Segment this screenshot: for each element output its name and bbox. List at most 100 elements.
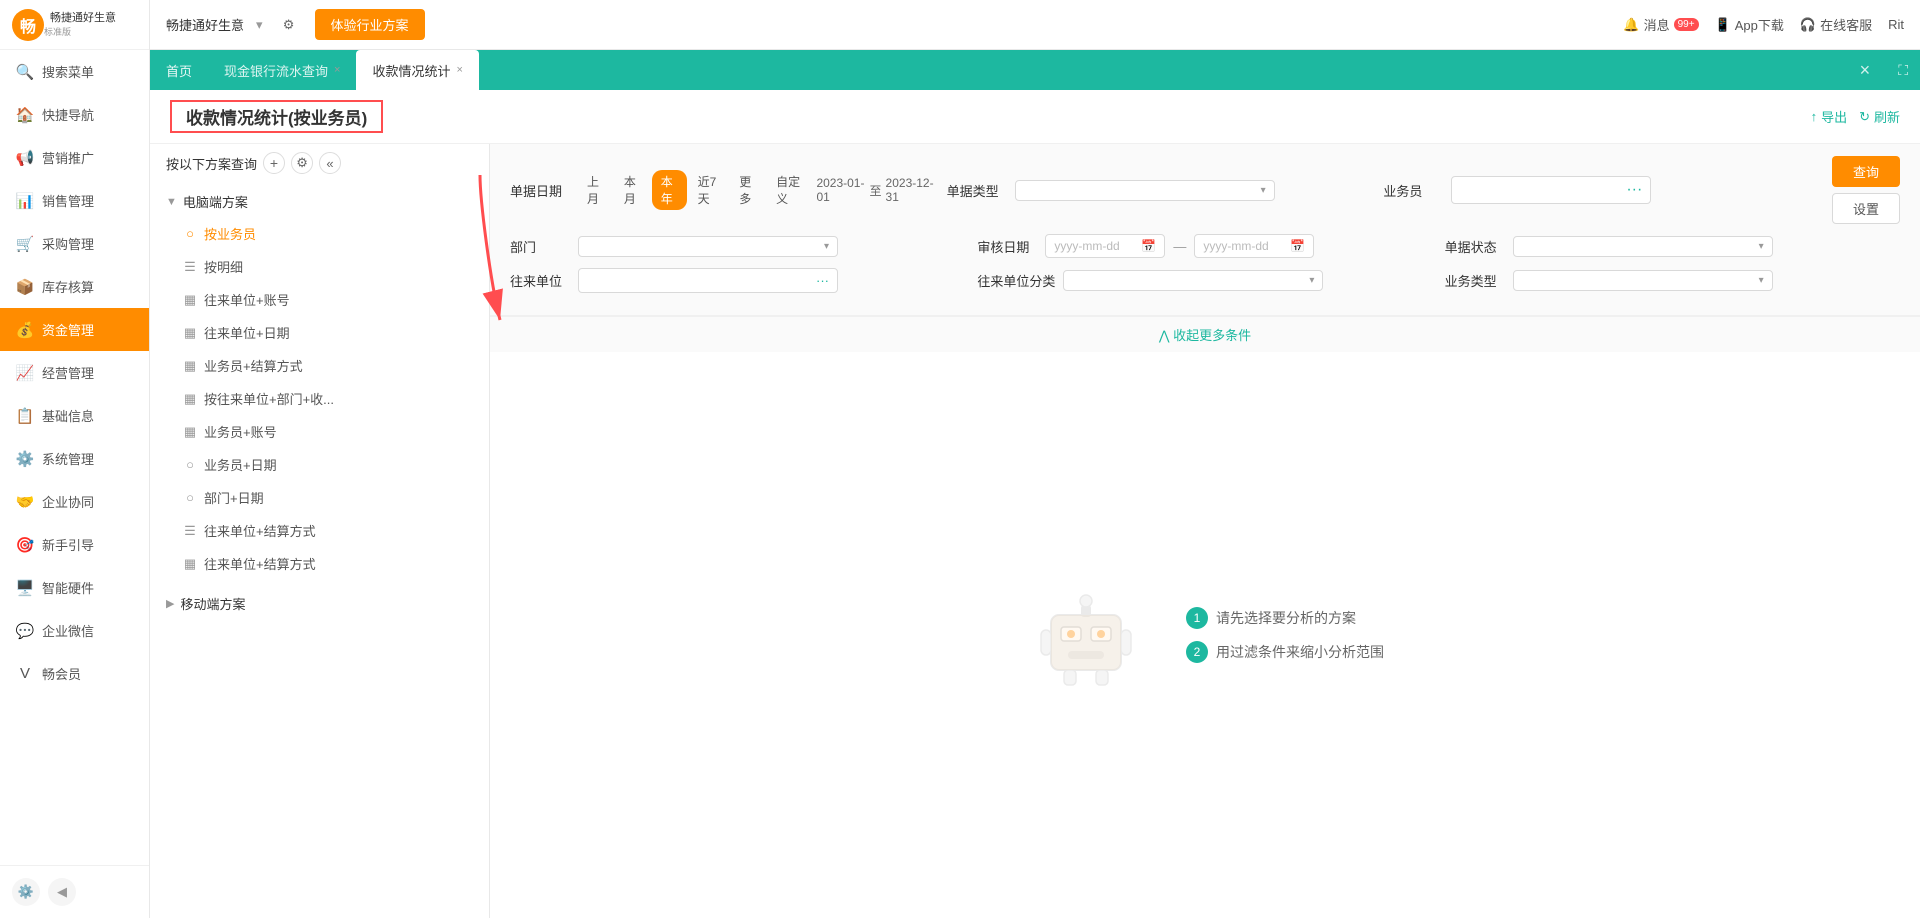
scheme-item-salesman-account[interactable]: ▦ 业务员+账号: [150, 415, 489, 448]
scheme-item-partner-account[interactable]: ▦ 往来单位+账号: [150, 283, 489, 316]
topbar-gear-btn[interactable]: ⚙: [275, 11, 303, 39]
scheme-item-partner-settlement[interactable]: ☰ 往来单位+结算方式: [150, 514, 489, 547]
doc-type-select[interactable]: ▾: [1015, 180, 1275, 201]
topbar: 畅捷通好生意 ▾ ⚙ 体验行业方案 🔔 消息 99+ 📱 App下载 🎧 在线客…: [150, 0, 1920, 50]
scheme-item-partner-settlement2[interactable]: ▦ 往来单位+结算方式: [150, 547, 489, 580]
tabbar-close-btn[interactable]: ×: [1844, 60, 1887, 81]
scheme-item-by-salesman[interactable]: ○ 按业务员: [150, 217, 489, 250]
sidebar-item-system[interactable]: ⚙️ 系统管理: [0, 437, 149, 480]
refresh-btn[interactable]: ↻ 刷新: [1859, 107, 1900, 126]
notification-btn[interactable]: 🔔 消息 99+: [1623, 15, 1698, 34]
review-date-label: 审核日期: [977, 237, 1037, 256]
tab-collection-stat-close[interactable]: ×: [456, 64, 462, 76]
salesman-select[interactable]: ···: [1451, 176, 1651, 204]
sidebar-item-label: 企业微信: [42, 621, 94, 640]
footer-collapse-btn[interactable]: ◀: [48, 878, 76, 906]
scheme-item-partner-date[interactable]: ▦ 往来单位+日期: [150, 316, 489, 349]
review-date-start-input[interactable]: yyyy-mm-dd 📅: [1045, 234, 1165, 258]
collapse-more-bar[interactable]: ⋀ 收起更多条件: [490, 316, 1920, 352]
partner-category-select[interactable]: ▾: [1063, 270, 1323, 291]
sidebar-item-member[interactable]: V 畅会员: [0, 652, 149, 695]
empty-tip-2: 2 用过滤条件来缩小分析范围: [1186, 641, 1384, 663]
date-btn-custom[interactable]: 自定义: [767, 170, 810, 210]
user-avatar[interactable]: Rit: [1888, 17, 1904, 32]
scheme-item-partner-dept[interactable]: ▦ 按往来单位+部门+收...: [150, 382, 489, 415]
partner-more[interactable]: ···: [816, 273, 829, 288]
scheme-item-label: 按明细: [204, 257, 243, 276]
tip-text-1: 请先选择要分析的方案: [1216, 608, 1356, 628]
app-download-label: App下载: [1735, 15, 1784, 34]
bell-icon: 🔔: [1623, 17, 1639, 33]
salesman-more-icon[interactable]: ···: [1626, 181, 1642, 199]
sidebar-item-search[interactable]: 🔍 搜索菜单: [0, 50, 149, 93]
scheme-collapse-btn[interactable]: «: [319, 152, 341, 174]
sidebar-item-label: 搜索菜单: [42, 62, 94, 81]
export-btn[interactable]: ↑ 导出: [1811, 107, 1848, 126]
tab-bank-flow[interactable]: 现金银行流水查询 ×: [208, 50, 356, 90]
dept-label: 部门: [510, 237, 570, 256]
breadcrumb-arrow: ▾: [256, 17, 263, 33]
tab-bank-flow-close[interactable]: ×: [334, 64, 340, 76]
scheme-item-salesman-date[interactable]: ○ 业务员+日期: [150, 448, 489, 481]
sidebar-item-business[interactable]: 📈 经营管理: [0, 351, 149, 394]
date-btn-this-year[interactable]: 本年: [652, 170, 687, 210]
scheme-add-btn[interactable]: +: [263, 152, 285, 174]
sidebar-item-wechat[interactable]: 💬 企业微信: [0, 609, 149, 652]
date-btn-last-month[interactable]: 上月: [578, 170, 613, 210]
date-range-start: 2023-01-01: [816, 176, 865, 204]
sidebar-item-hardware[interactable]: 🖥️ 智能硬件: [0, 566, 149, 609]
sidebar-item-quick-nav[interactable]: 🏠 快捷导航: [0, 93, 149, 136]
scheme-item-icon: ▦: [182, 556, 198, 572]
notification-badge: 99+: [1674, 18, 1699, 31]
online-service-btn[interactable]: 🎧 在线客服: [1800, 15, 1872, 34]
tab-home-label: 首页: [166, 61, 192, 80]
group-arrow-icon: ▼: [166, 196, 177, 208]
scheme-item-by-detail[interactable]: ☰ 按明细: [150, 250, 489, 283]
date-btn-this-month[interactable]: 本月: [615, 170, 650, 210]
sidebar-item-sales[interactable]: 📊 销售管理: [0, 179, 149, 222]
online-service-label: 在线客服: [1820, 15, 1872, 34]
empty-tips: 1 请先选择要分析的方案 2 用过滤条件来缩小分析范围: [1186, 607, 1384, 663]
scheme-item-label: 业务员+结算方式: [204, 356, 303, 375]
partner-select[interactable]: ···: [578, 268, 838, 293]
scheme-setting-btn[interactable]: ⚙: [291, 152, 313, 174]
group-label: 电脑端方案: [183, 192, 248, 211]
sidebar-item-label: 畅会员: [42, 664, 81, 683]
scheme-item-icon: ▦: [182, 424, 198, 440]
sidebar-item-finance[interactable]: 💰 资金管理: [0, 308, 149, 351]
sidebar-item-label: 资金管理: [42, 320, 94, 339]
scheme-group-mobile-header[interactable]: ▶ 移动端方案: [150, 588, 489, 619]
query-btn[interactable]: 查询: [1832, 156, 1900, 187]
sidebar-item-basic[interactable]: 📋 基础信息: [0, 394, 149, 437]
scheme-item-icon: ○: [182, 490, 198, 506]
sidebar: 畅 畅捷通好生意 标准版 🔍 搜索菜单 🏠 快捷导航 📢 营销推广 📊 销售管理…: [0, 0, 150, 918]
trial-btn[interactable]: 体验行业方案: [315, 9, 425, 40]
sidebar-item-enterprise[interactable]: 🤝 企业协同: [0, 480, 149, 523]
app-download-btn[interactable]: 📱 App下载: [1715, 15, 1784, 34]
scheme-item-icon: ▦: [182, 292, 198, 308]
tab-home[interactable]: 首页: [150, 50, 208, 90]
review-date-end-input[interactable]: yyyy-mm-dd 📅: [1194, 234, 1314, 258]
sidebar-item-marketing[interactable]: 📢 营销推广: [0, 136, 149, 179]
review-date-end-placeholder: yyyy-mm-dd: [1203, 239, 1268, 253]
scheme-item-salesman-settlement[interactable]: ▦ 业务员+结算方式: [150, 349, 489, 382]
sidebar-item-inventory[interactable]: 📦 库存核算: [0, 265, 149, 308]
dept-select[interactable]: ▾: [578, 236, 838, 257]
tabbar-expand-btn[interactable]: ⛶: [1886, 62, 1920, 79]
sidebar-item-purchase[interactable]: 🛒 采购管理: [0, 222, 149, 265]
sidebar-item-label: 基础信息: [42, 406, 94, 425]
inventory-icon: 📦: [16, 278, 34, 296]
business-icon: 📈: [16, 364, 34, 382]
set-btn[interactable]: 设置: [1832, 193, 1900, 224]
scheme-item-dept-date[interactable]: ○ 部门+日期: [150, 481, 489, 514]
date-btn-7days[interactable]: 近7天: [689, 170, 729, 210]
scheme-group-desktop-header[interactable]: ▼ 电脑端方案: [150, 186, 489, 217]
sidebar-item-guide[interactable]: 🎯 新手引导: [0, 523, 149, 566]
footer-settings-btn[interactable]: ⚙️: [12, 878, 40, 906]
date-btn-more[interactable]: 更多: [730, 170, 765, 210]
sidebar-nav: 🔍 搜索菜单 🏠 快捷导航 📢 营销推广 📊 销售管理 🛒 采购管理 📦 库存核…: [0, 50, 149, 865]
doc-status-select[interactable]: ▾: [1513, 236, 1773, 257]
tab-collection-stat[interactable]: 收款情况统计 ×: [356, 50, 478, 90]
biz-type-select[interactable]: ▾: [1513, 270, 1773, 291]
purchase-icon: 🛒: [16, 235, 34, 253]
